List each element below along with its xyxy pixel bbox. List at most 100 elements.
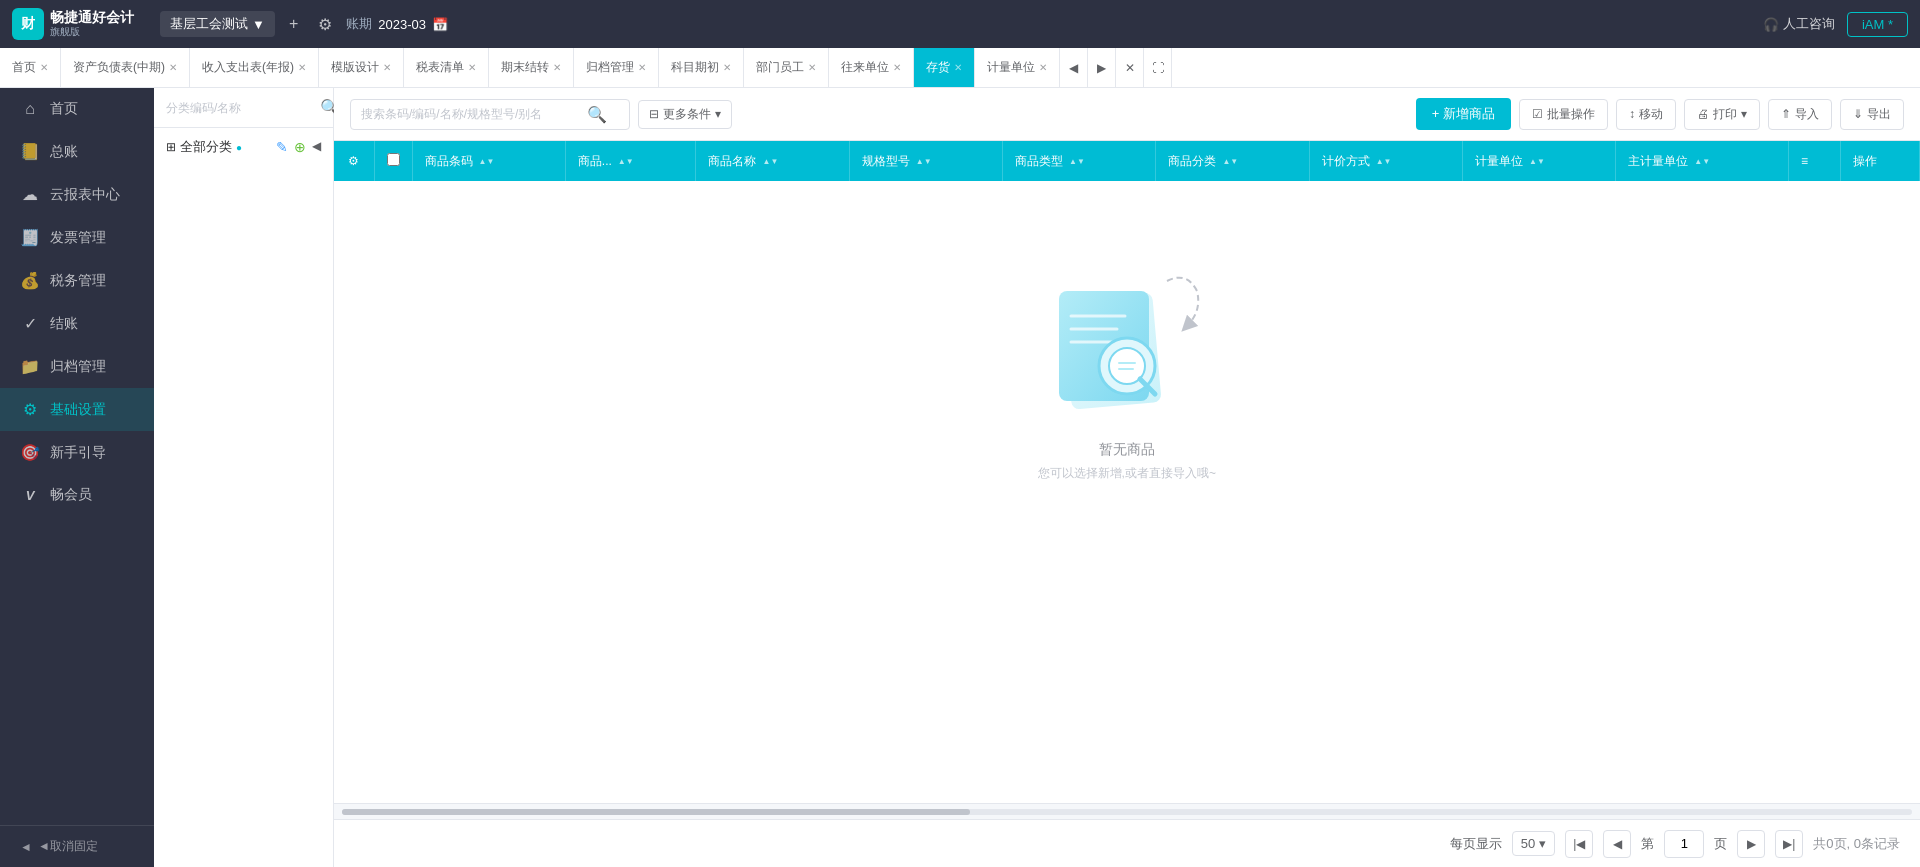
company-name: 基层工会测试 (170, 15, 248, 33)
more-filter-button[interactable]: ⊟ 更多条件 ▾ (638, 100, 732, 129)
export-button[interactable]: ⇓ 导出 (1840, 99, 1904, 130)
tab-archive-label: 归档管理 (586, 59, 634, 76)
col-checkbox[interactable] (374, 141, 412, 181)
col-action: 操作 (1840, 141, 1919, 181)
sidebar-item-settlement[interactable]: ✓ 结账 (0, 302, 154, 345)
tab-dept-close[interactable]: ✕ (808, 62, 816, 73)
tab-balance-close[interactable]: ✕ (169, 62, 177, 73)
batch-operation-button[interactable]: ☑ 批量操作 (1519, 99, 1608, 130)
sidebar-item-guide[interactable]: 🎯 新手引导 (0, 431, 154, 474)
tab-income[interactable]: 收入支出表(年报) ✕ (190, 48, 319, 88)
col-code[interactable]: 商品... ▲▼ (565, 141, 696, 181)
tab-close-all-btn[interactable]: ✕ (1116, 48, 1144, 88)
col-main-unit[interactable]: 主计量单位 ▲▼ (1616, 141, 1789, 181)
next-page-button[interactable]: ▶ (1737, 830, 1765, 858)
empty-title: 暂无商品 (1099, 441, 1155, 459)
prev-page-button[interactable]: ◀ (1603, 830, 1631, 858)
col-type[interactable]: 商品类型 ▲▼ (1003, 141, 1156, 181)
col-spec[interactable]: 规格型号 ▲▼ (849, 141, 1002, 181)
tab-dept[interactable]: 部门员工 ✕ (744, 48, 829, 88)
sidebar-settings-label: 基础设置 (50, 401, 106, 419)
col-unit[interactable]: 计量单位 ▲▼ (1462, 141, 1615, 181)
tab-template-close[interactable]: ✕ (383, 62, 391, 73)
tab-income-close[interactable]: ✕ (298, 62, 306, 73)
scroll-thumb[interactable] (342, 809, 970, 815)
page-number-input[interactable] (1664, 830, 1704, 858)
tab-home[interactable]: 首页 ✕ (0, 48, 61, 88)
col-settings[interactable]: ⚙ (334, 141, 374, 181)
home-icon: ⌂ (20, 100, 40, 118)
sidebar-pin-toggle[interactable]: ◄ ◄取消固定 (0, 825, 154, 867)
import-button[interactable]: ⇑ 导入 (1768, 99, 1832, 130)
support-button[interactable]: 🎧 人工咨询 (1763, 15, 1835, 33)
calendar-icon[interactable]: 📅 (432, 17, 448, 32)
tab-expand-btn[interactable]: ⛶ (1144, 48, 1172, 88)
first-page-button[interactable]: |◀ (1565, 830, 1593, 858)
empty-desc: 您可以选择新增,或者直接导入哦~ (1038, 465, 1216, 482)
tab-balance[interactable]: 资产负债表(中期) ✕ (61, 48, 190, 88)
category-header[interactable]: ⊞ 全部分类 ● ✎ ⊕ ◀ (154, 128, 333, 166)
sidebar-item-ledger[interactable]: 📒 总账 (0, 130, 154, 173)
pin-label: ◄取消固定 (38, 838, 98, 855)
tab-template[interactable]: 模版设计 ✕ (319, 48, 404, 88)
tab-carry-close[interactable]: ✕ (553, 62, 561, 73)
tab-archive-close[interactable]: ✕ (638, 62, 646, 73)
category-search-input[interactable] (166, 101, 316, 115)
tab-subject-close[interactable]: ✕ (723, 62, 731, 73)
horizontal-scrollbar[interactable] (334, 803, 1920, 819)
tab-unit[interactable]: 计量单位 ✕ (975, 48, 1060, 88)
settings-nav-icon: ⚙ (20, 400, 40, 419)
category-collapse-icon[interactable]: ◀ (312, 139, 321, 155)
category-edit-icon[interactable]: ✎ (276, 139, 288, 155)
last-page-button[interactable]: ▶| (1775, 830, 1803, 858)
tab-home-close[interactable]: ✕ (40, 62, 48, 73)
sidebar-item-member[interactable]: V 畅会员 (0, 474, 154, 516)
tab-prev-btn[interactable]: ◀ (1060, 48, 1088, 88)
sidebar-item-home[interactable]: ⌂ 首页 (0, 88, 154, 130)
sidebar: ⌂ 首页 📒 总账 ☁ 云报表中心 🧾 发票管理 💰 税务管理 ✓ 结账 📁 归… (0, 88, 154, 867)
tab-inventory-label: 存货 (926, 59, 950, 76)
col-category[interactable]: 商品分类 ▲▼ (1156, 141, 1309, 181)
reports-icon: ☁ (20, 185, 40, 204)
category-add-icon[interactable]: ⊕ (294, 139, 306, 155)
sidebar-item-invoice[interactable]: 🧾 发票管理 (0, 216, 154, 259)
print-label: 打印 (1713, 106, 1737, 123)
content-area: 🔍 ⊞ 全部分类 ● ✎ ⊕ ◀ (154, 88, 1920, 867)
tab-inventory-close[interactable]: ✕ (954, 62, 962, 73)
product-search-input[interactable] (361, 107, 581, 121)
tab-next-btn[interactable]: ▶ (1088, 48, 1116, 88)
col-barcode[interactable]: 商品条码 ▲▼ (412, 141, 565, 181)
add-product-button[interactable]: + 新增商品 (1416, 98, 1511, 130)
col-price-type[interactable]: 计价方式 ▲▼ (1309, 141, 1462, 181)
search-icon[interactable]: 🔍 (587, 105, 607, 124)
filter-icon: ⊟ (649, 107, 659, 121)
company-selector[interactable]: 基层工会测试 ▼ (160, 11, 275, 37)
tab-contact[interactable]: 往来单位 ✕ (829, 48, 914, 88)
add-icon[interactable]: + (283, 11, 304, 37)
tab-tax[interactable]: 税表清单 ✕ (404, 48, 489, 88)
settlement-icon: ✓ (20, 314, 40, 333)
sidebar-item-tax[interactable]: 💰 税务管理 (0, 259, 154, 302)
select-all-checkbox[interactable] (387, 153, 400, 166)
sidebar-item-settings[interactable]: ⚙ 基础设置 (0, 388, 154, 431)
tab-tax-close[interactable]: ✕ (468, 62, 476, 73)
settings-icon[interactable]: ⚙ (312, 11, 338, 38)
pagination-bar: 每页显示 50 ▾ |◀ ◀ 第 页 ▶ ▶| 共0页, 0条记录 (334, 819, 1920, 867)
tab-carry[interactable]: 期末结转 ✕ (489, 48, 574, 88)
tab-subject[interactable]: 科目期初 ✕ (659, 48, 744, 88)
col-name[interactable]: 商品名称 ▲▼ (696, 141, 849, 181)
move-button[interactable]: ↕ 移动 (1616, 99, 1676, 130)
scroll-track[interactable] (342, 809, 1912, 815)
tab-inventory[interactable]: 存货 ✕ (914, 48, 975, 88)
tab-archive[interactable]: 归档管理 ✕ (574, 48, 659, 88)
per-page-select[interactable]: 50 ▾ (1512, 831, 1555, 856)
print-button[interactable]: 🖨 打印 ▾ (1684, 99, 1760, 130)
col-more[interactable]: ≡ (1788, 141, 1840, 181)
tab-contact-close[interactable]: ✕ (893, 62, 901, 73)
sidebar-item-reports[interactable]: ☁ 云报表中心 (0, 173, 154, 216)
tab-unit-close[interactable]: ✕ (1039, 62, 1047, 73)
account-button[interactable]: iAM * (1847, 12, 1908, 37)
filter-arrow-icon: ▾ (715, 107, 721, 121)
sidebar-item-archive[interactable]: 📁 归档管理 (0, 345, 154, 388)
barcode-sort-icon: ▲▼ (479, 157, 495, 166)
